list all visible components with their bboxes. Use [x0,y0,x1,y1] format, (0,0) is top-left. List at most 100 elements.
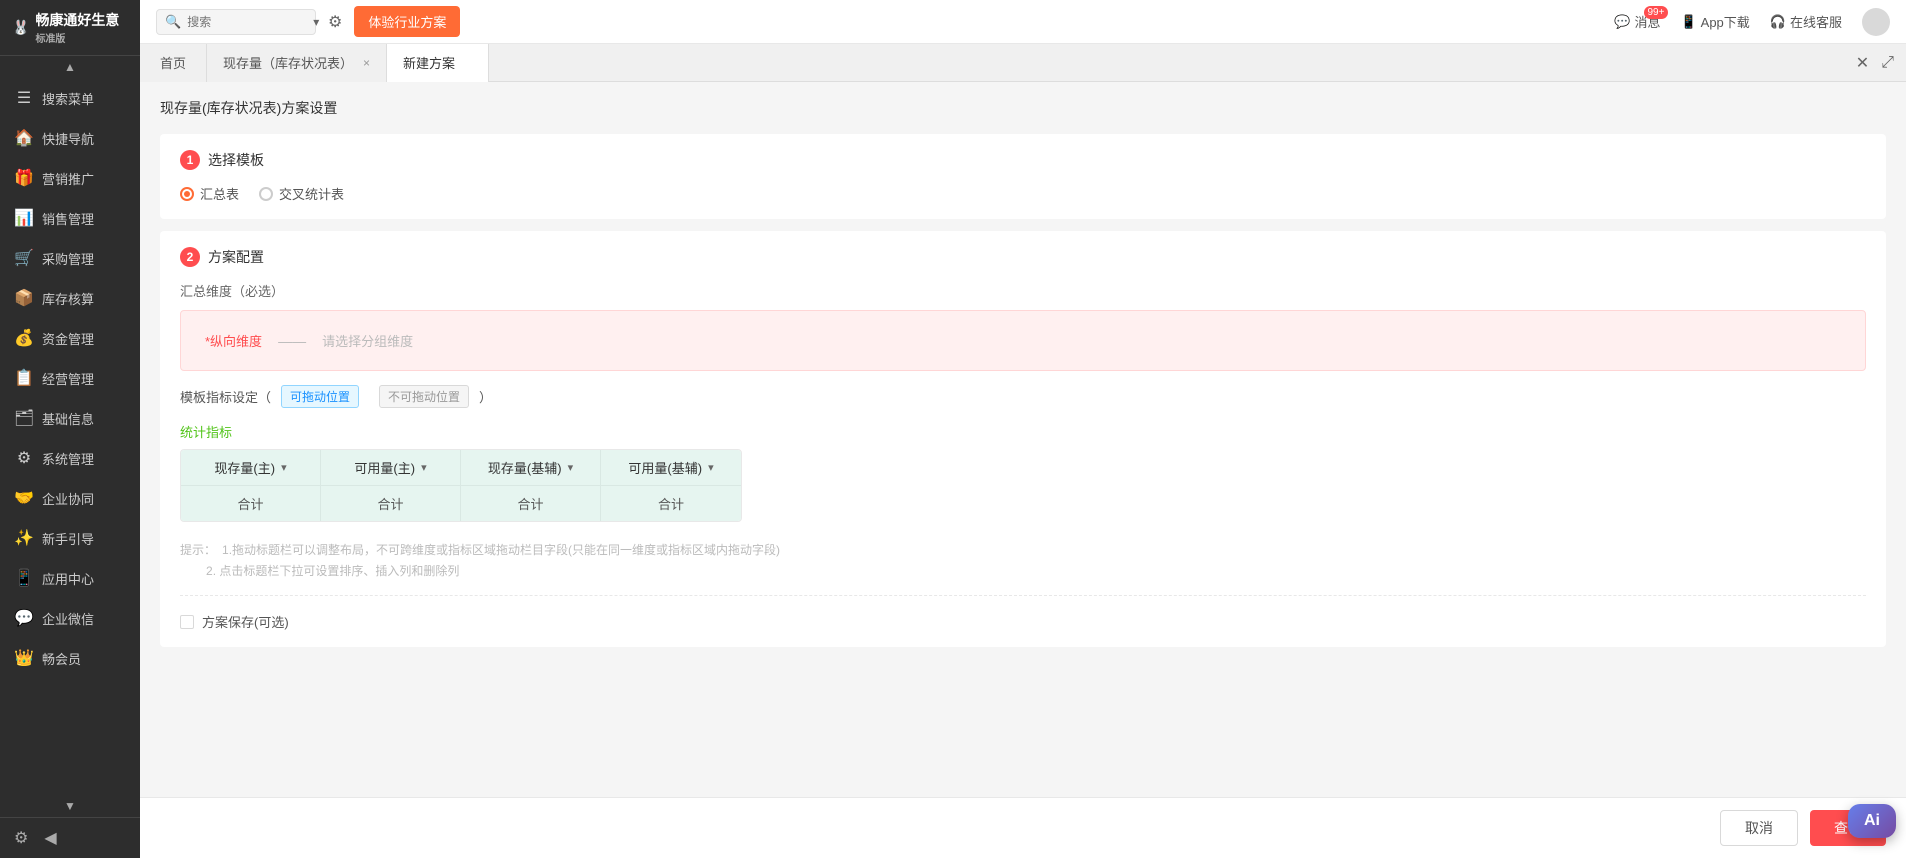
tab-new-plan[interactable]: 新建方案 × [387,44,489,82]
save-option-label: 方案保存(可选) [202,612,289,631]
bottom-actions: 取消 查询 [140,797,1906,858]
sidebar-item-purchase[interactable]: 🛒 采购管理 [0,238,140,278]
app-name: 畅康通好生意 [35,10,119,30]
sidebar-item-inventory[interactable]: 📦 库存核算 [0,278,140,318]
sidebar-scroll-up[interactable]: ▲ [0,56,140,78]
sidebar-item-finance[interactable]: 💰 资金管理 [0,318,140,358]
sidebar-item-label: 应用中心 [42,569,94,588]
wechat-icon: 💬 [14,608,34,628]
col3-cell: 合计 [461,486,600,521]
message-badge: 99+ [1644,6,1669,19]
non-draggable-badge: 不可拖动位置 [379,385,469,408]
sidebar-item-wechat[interactable]: 💬 企业微信 [0,598,140,638]
indicator-col-1: 现存量(主) ▾ 合计 [181,450,321,521]
online-service-item[interactable]: 🎧 在线客服 [1770,12,1842,31]
sidebar-item-newbie[interactable]: ✨ 新手引导 [0,518,140,558]
radio-summary-label: 汇总表 [200,184,239,203]
trial-button[interactable]: 体验行业方案 [354,6,460,37]
indicator-col-4-header: 可用量(基辅) ▾ [601,450,741,486]
sales-icon: 📊 [14,208,34,228]
cancel-button[interactable]: 取消 [1720,810,1798,846]
system-icon: ⚙ [14,448,34,468]
col2-cell: 合计 [321,486,460,521]
tab-new-label: 新建方案 [403,53,455,72]
indicator-col-3-header: 现存量(基辅) ▾ [461,450,600,486]
app-download-item[interactable]: 📱 App下载 [1680,12,1749,31]
message-item[interactable]: 💬 消息 99+ [1614,12,1660,31]
headset-icon: 🎧 [1770,14,1786,30]
tab-inventory-close-icon[interactable]: × [363,56,370,70]
sidebar: 🐰 畅康通好生意 标准版 ▲ ☰ 搜索菜单 🏠 快捷导航 🎁 营销推广 📊 销售… [0,0,140,858]
divider [180,595,1866,596]
sidebar-item-label: 畅会员 [42,649,81,668]
indicator-col-2: 可用量(主) ▾ 合计 [321,450,461,521]
sidebar-item-label: 搜索菜单 [42,89,94,108]
ai-floating-button[interactable]: Ai [1848,804,1896,838]
search-input[interactable] [187,15,307,29]
tab-home[interactable]: 首页 [140,44,207,82]
col4-cell: 合计 [601,486,741,521]
sidebar-item-quick-nav[interactable]: 🏠 快捷导航 [0,118,140,158]
sidebar-toggle-icon[interactable]: ◀ [44,828,56,848]
sidebar-item-label: 企业微信 [42,609,94,628]
sidebar-item-marketing[interactable]: 🎁 营销推广 [0,158,140,198]
indicator-setting-label: 模板指标设定（ [180,387,271,406]
page-title: 现存量(库存状况表)方案设置 [160,98,1886,118]
sidebar-item-basic-info[interactable]: 🗂 基础信息 [0,398,140,438]
user-avatar[interactable] [1862,8,1890,36]
save-option: 方案保存(可选) [180,612,1866,631]
dimension-label: 汇总维度（必选） [180,281,1866,300]
sidebar-scroll-down[interactable]: ▼ [0,795,140,817]
indicator-setting-suffix: ） [479,387,492,406]
search-dropdown-icon[interactable]: ▾ [313,15,319,29]
sidebar-item-system[interactable]: ⚙ 系统管理 [0,438,140,478]
col4-chevron-icon[interactable]: ▾ [708,461,714,474]
sidebar-item-app-center[interactable]: 📱 应用中心 [0,558,140,598]
step1-section: 1 选择模板 汇总表 交叉统计表 [160,134,1886,219]
tab-new-close-icon[interactable]: × [465,56,472,70]
col1-cell: 合计 [181,486,320,521]
radio-summary-circle[interactable] [180,187,194,201]
tabbar-close-icon[interactable]: ✕ [1856,53,1869,73]
radio-summary[interactable]: 汇总表 [180,184,239,203]
message-icon: 💬 [1614,14,1630,30]
indicator-setting: 模板指标设定（ 可拖动位置 不可拖动位置 ） [180,385,1866,408]
tab-inventory-status[interactable]: 现存量（库存状况表） × [207,44,387,82]
marketing-icon: 🎁 [14,168,34,188]
step2-section: 2 方案配置 汇总维度（必选） *纵向维度 —— 请选择分组维度 模板指标设定（… [160,231,1886,647]
inventory-icon: 📦 [14,288,34,308]
indicator-table: 现存量(主) ▾ 合计 可用量(主) ▾ 合计 [180,449,742,522]
col2-chevron-icon[interactable]: ▾ [421,461,427,474]
sidebar-bottom: ⚙ ◀ [0,817,140,858]
radio-cross-circle[interactable] [259,187,273,201]
col1-chevron-icon[interactable]: ▾ [281,461,287,474]
sidebar-item-sales[interactable]: 📊 销售管理 [0,198,140,238]
radio-cross[interactable]: 交叉统计表 [259,184,344,203]
sidebar-item-label: 经营管理 [42,369,94,388]
indicator-col-3: 现存量(基辅) ▾ 合计 [461,450,601,521]
radio-cross-label: 交叉统计表 [279,184,344,203]
tip-prefix: 提示： [180,541,216,558]
sidebar-item-enterprise[interactable]: 🤝 企业协同 [0,478,140,518]
sidebar-item-member[interactable]: 👑 畅会员 [0,638,140,678]
dimension-box[interactable]: *纵向维度 —— 请选择分组维度 [180,310,1866,371]
topbar-right: 💬 消息 99+ 📱 App下载 🎧 在线客服 [1614,8,1890,36]
tab-home-label: 首页 [160,53,186,72]
tabbar: 首页 现存量（库存状况表） × 新建方案 × ✕ ⤢ [140,44,1906,82]
tabbar-expand-icon[interactable]: ⤢ [1881,54,1894,72]
step1-badge: 1 [180,150,200,170]
step1-title: 选择模板 [208,150,264,170]
tip-1-text: 1.拖动标题栏可以调整布局，不可跨维度或指标区域拖动栏目字段(只能在同一维度或指… [222,541,780,558]
draggable-badge: 可拖动位置 [281,385,359,408]
save-checkbox[interactable] [180,615,194,629]
sidebar-item-operations[interactable]: 📋 经营管理 [0,358,140,398]
col4-label: 可用量(基辅) [628,458,702,477]
topbar-search[interactable]: 🔍 ▾ [156,9,316,35]
indicator-col-2-header: 可用量(主) ▾ [321,450,460,486]
col3-chevron-icon[interactable]: ▾ [568,461,574,474]
sidebar-item-label: 营销推广 [42,169,94,188]
topbar-gear-icon[interactable]: ⚙ [328,12,342,32]
indicator-table-header: 现存量(主) ▾ 合计 可用量(主) ▾ 合计 [181,450,741,521]
sidebar-item-search-menu[interactable]: ☰ 搜索菜单 [0,78,140,118]
sidebar-settings-icon[interactable]: ⚙ [14,828,28,848]
